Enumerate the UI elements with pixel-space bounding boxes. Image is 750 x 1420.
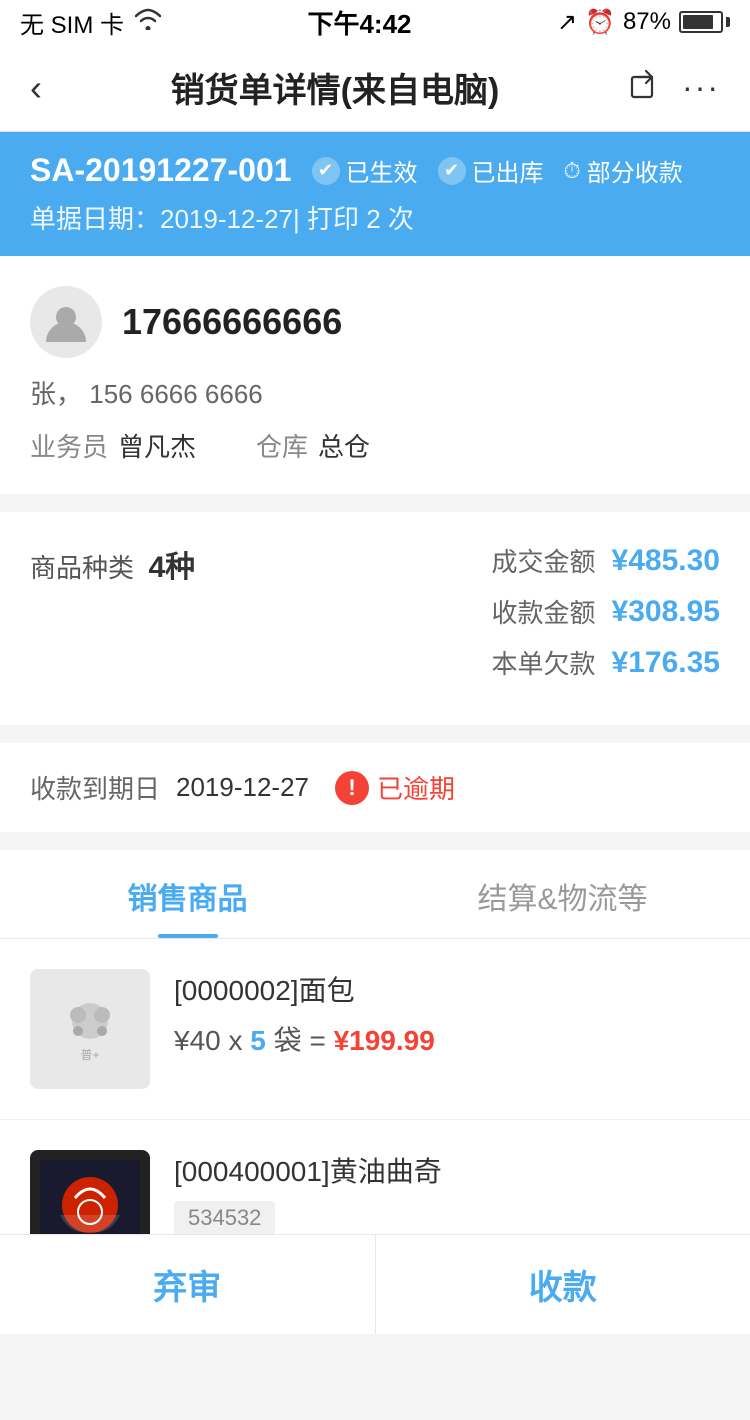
status-right: ↗ ⏰ 87% <box>557 8 730 37</box>
section-divider-3 <box>0 834 750 850</box>
warehouse-item: 仓库 总仓 <box>256 427 370 464</box>
bottom-bar: 弃审 收款 <box>0 1234 750 1334</box>
deal-amount-row: 成交金额 ¥485.30 <box>492 542 720 579</box>
back-button[interactable]: ‹ <box>30 67 42 109</box>
battery-icon <box>679 11 730 33</box>
customer-meta: 业务员 曾凡杰 仓库 总仓 <box>30 427 720 464</box>
product-price-row-1: ¥40 x 5 袋 = ¥199.99 <box>174 1019 720 1059</box>
check-icon-1: ✔ <box>312 157 340 185</box>
carrier-text: 无 SIM 卡 <box>20 5 124 40</box>
status-badge-3: ⏱ 部分收款 <box>564 153 683 188</box>
stats-section: 商品种类 4种 成交金额 ¥485.30 收款金额 ¥308.95 本单欠款 ¥… <box>0 512 750 725</box>
cancel-button[interactable]: 弃审 <box>0 1235 376 1334</box>
salesperson-item: 业务员 曾凡杰 <box>30 427 196 464</box>
overdue-badge: ! 已逾期 <box>335 769 455 806</box>
tab-products[interactable]: 销售商品 <box>0 850 375 938</box>
product-info-1: [0000002]面包 ¥40 x 5 袋 = ¥199.99 <box>174 969 720 1059</box>
confirm-button[interactable]: 收款 <box>376 1235 750 1334</box>
battery-percent: 87% <box>623 8 671 36</box>
stats-left: 商品种类 4种 <box>30 542 195 594</box>
nav-bar: ‹ 销货单详情(来自电脑) ··· <box>0 44 750 132</box>
order-date-row: 单据日期：2019-12-27| 打印 2 次 <box>30 199 720 236</box>
share-icon[interactable] <box>628 67 662 109</box>
overdue-text: 已逾期 <box>377 769 455 806</box>
status-time: 下午4:42 <box>307 4 411 41</box>
tab-settlement[interactable]: 结算&物流等 <box>375 850 750 938</box>
order-id: SA-20191227-001 <box>30 152 292 189</box>
svg-text:普+: 普+ <box>80 1048 99 1062</box>
location-icon: ↗ <box>557 8 577 37</box>
customer-phone: 17666666666 <box>122 301 342 343</box>
bottom-spacer <box>0 1320 750 1420</box>
section-divider-1 <box>0 496 750 512</box>
product-name-1: [0000002]面包 <box>174 969 720 1009</box>
status-badge-2: ✔ 已出库 <box>438 153 544 188</box>
avatar <box>30 286 102 358</box>
product-type-row: 商品种类 4种 <box>30 542 195 586</box>
check-icon-2: ✔ <box>438 157 466 185</box>
order-banner: SA-20191227-001 ✔ 已生效 ✔ 已出库 ⏱ 部分收款 单据日期：… <box>0 132 750 256</box>
page-title: 销货单详情(来自电脑) <box>171 63 500 112</box>
nav-actions: ··· <box>628 67 720 109</box>
more-icon[interactable]: ··· <box>682 69 720 106</box>
owed-amount-row: 本单欠款 ¥176.35 <box>492 644 720 681</box>
wifi-icon <box>134 8 162 37</box>
tabs-bar: 销售商品 结算&物流等 <box>0 850 750 939</box>
alarm-icon: ⏰ <box>585 8 615 37</box>
customer-contact: 张， 156 6666 6666 <box>30 374 720 411</box>
overdue-icon: ! <box>335 771 369 805</box>
product-thumbnail-1: 普+ <box>30 969 150 1089</box>
status-left: 无 SIM 卡 <box>20 5 162 40</box>
status-badge-1: ✔ 已生效 <box>312 153 418 188</box>
product-tag-2: 534532 <box>174 1201 275 1235</box>
due-date-section: 收款到期日 2019-12-27 ! 已逾期 <box>0 743 750 832</box>
section-divider-2 <box>0 727 750 743</box>
status-bar: 无 SIM 卡 下午4:42 ↗ ⏰ 87% <box>0 0 750 44</box>
customer-section: 17666666666 张， 156 6666 6666 业务员 曾凡杰 仓库 … <box>0 256 750 494</box>
list-item: 普+ [0000002]面包 ¥40 x 5 袋 = ¥199.99 <box>0 939 750 1120</box>
received-amount-row: 收款金额 ¥308.95 <box>492 593 720 630</box>
stats-right: 成交金额 ¥485.30 收款金额 ¥308.95 本单欠款 ¥176.35 <box>492 542 720 695</box>
product-name-2: [000400001]黄油曲奇 <box>174 1150 720 1190</box>
clock-icon: ⏱ <box>564 158 581 184</box>
